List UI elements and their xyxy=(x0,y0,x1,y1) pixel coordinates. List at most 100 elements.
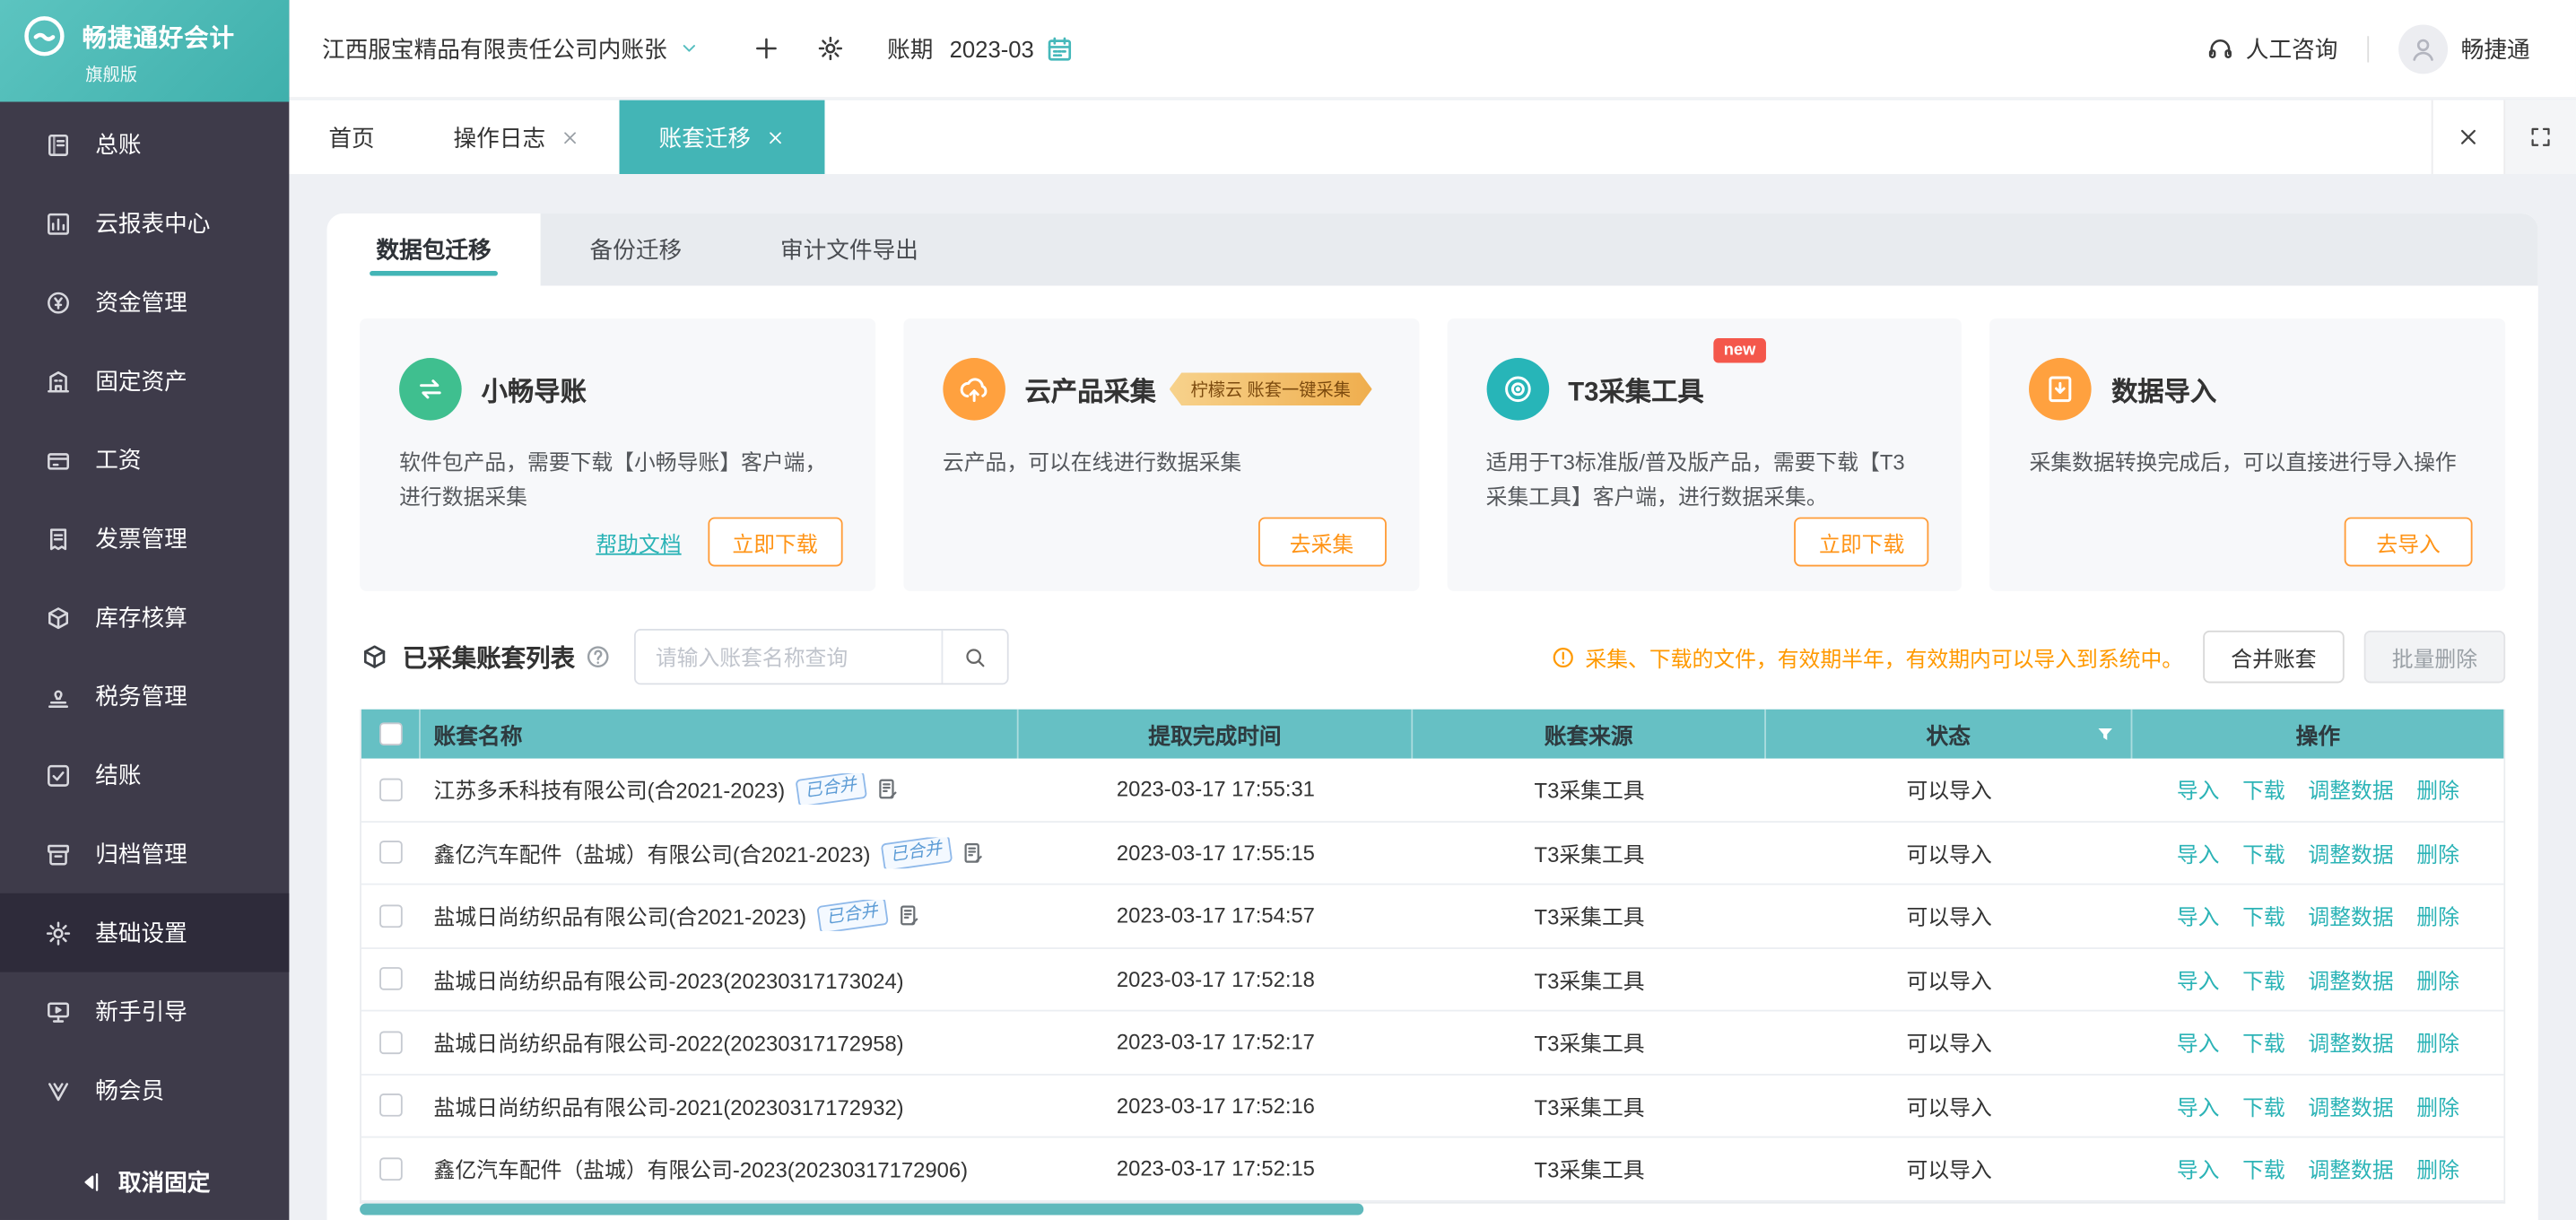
contract-icon[interactable] xyxy=(898,903,922,928)
import-link[interactable]: 导入 xyxy=(2177,1090,2220,1121)
sidebar-item-label: 云报表中心 xyxy=(95,210,211,237)
close-tab-button[interactable] xyxy=(2431,100,2504,175)
delete-link[interactable]: 删除 xyxy=(2416,1153,2459,1184)
row-checkbox[interactable] xyxy=(379,1156,403,1181)
contract-icon[interactable] xyxy=(876,777,901,801)
sidebar-item[interactable]: 新手引导 xyxy=(0,972,289,1051)
fullscreen-button[interactable] xyxy=(2503,100,2576,175)
import-link[interactable]: 导入 xyxy=(2177,837,2220,868)
help-doc-link[interactable]: 帮助文档 xyxy=(596,527,681,558)
import-link[interactable]: 导入 xyxy=(2177,1153,2220,1184)
download-link[interactable]: 下载 xyxy=(2242,963,2285,995)
merge-accounts-button[interactable]: 合并账套 xyxy=(2203,630,2345,684)
sidebar-item[interactable]: 畅会员 xyxy=(0,1050,289,1129)
sidebar-item[interactable]: 发票管理 xyxy=(0,499,289,578)
page-tab[interactable]: 账套迁移 xyxy=(619,100,825,175)
card-action-button[interactable]: 立即下载 xyxy=(1794,517,1929,567)
tax-stamp-icon xyxy=(44,683,72,710)
sidebar-item[interactable]: 云报表中心 xyxy=(0,184,289,263)
adjust-data-link[interactable]: 调整数据 xyxy=(2308,774,2393,806)
delete-link[interactable]: 删除 xyxy=(2416,1026,2459,1058)
help-icon[interactable] xyxy=(585,644,611,670)
extract-time: 2023-03-17 17:52:16 xyxy=(1116,1093,1315,1119)
adjust-data-link[interactable]: 调整数据 xyxy=(2308,901,2393,932)
search-button[interactable] xyxy=(941,630,1007,684)
migration-card: 小畅导账 软件包产品，需要下载【小畅导账】客户端，进行数据采集 帮助文档 立即下… xyxy=(360,318,875,591)
import-link[interactable]: 导入 xyxy=(2177,774,2220,806)
download-link[interactable]: 下载 xyxy=(2242,837,2285,868)
download-link[interactable]: 下载 xyxy=(2242,1090,2285,1121)
sidebar-item[interactable]: 固定资产 xyxy=(0,342,289,421)
sidebar-item[interactable]: 资金管理 xyxy=(0,263,289,342)
member-v-icon xyxy=(44,1076,72,1104)
username[interactable]: 畅捷通 xyxy=(2461,32,2530,65)
calendar-icon[interactable] xyxy=(1046,34,1075,64)
row-checkbox[interactable] xyxy=(379,1031,403,1054)
download-link[interactable]: 下载 xyxy=(2242,901,2285,932)
adjust-data-link[interactable]: 调整数据 xyxy=(2308,837,2393,868)
row-checkbox[interactable] xyxy=(379,1094,403,1118)
batch-delete-button[interactable]: 批量删除 xyxy=(2363,630,2506,684)
account-name: 盐城日尚纺织品有限公司-2023(20230317173024) xyxy=(433,968,904,993)
unpin-sidebar-button[interactable]: 取消固定 xyxy=(0,1145,289,1220)
download-link[interactable]: 下载 xyxy=(2242,1153,2285,1184)
delete-link[interactable]: 删除 xyxy=(2416,963,2459,995)
sidebar-item-label: 结账 xyxy=(95,762,142,789)
row-checkbox[interactable] xyxy=(379,967,403,991)
card-action-button[interactable]: 去导入 xyxy=(2344,517,2473,567)
filter-icon[interactable] xyxy=(2094,723,2116,745)
panel-body: 小畅导账 软件包产品，需要下载【小畅导账】客户端，进行数据采集 帮助文档 立即下… xyxy=(326,285,2537,1219)
tab-close-icon[interactable] xyxy=(561,127,580,147)
card-action-button[interactable]: 去采集 xyxy=(1258,517,1386,567)
adjust-data-link[interactable]: 调整数据 xyxy=(2308,1090,2393,1121)
subtab-label: 备份迁移 xyxy=(589,236,683,263)
subtab[interactable]: 审计文件导出 xyxy=(731,214,968,286)
select-all-checkbox[interactable] xyxy=(379,722,402,746)
import-link[interactable]: 导入 xyxy=(2177,901,2220,932)
tab-close-icon[interactable] xyxy=(766,127,786,147)
sidebar-item[interactable]: 结账 xyxy=(0,736,289,815)
import-link[interactable]: 导入 xyxy=(2177,1026,2220,1058)
delete-link[interactable]: 删除 xyxy=(2416,901,2459,932)
sidebar-item-label: 总账 xyxy=(95,131,142,158)
download-link[interactable]: 下载 xyxy=(2242,1026,2285,1058)
adjust-data-link[interactable]: 调整数据 xyxy=(2308,1153,2393,1184)
sidebar-item[interactable]: 税务管理 xyxy=(0,657,289,736)
row-checkbox[interactable] xyxy=(379,904,403,928)
row-checkbox[interactable] xyxy=(379,841,403,865)
add-account-button[interactable] xyxy=(753,34,780,62)
user-icon xyxy=(2408,34,2438,64)
delete-link[interactable]: 删除 xyxy=(2416,837,2459,868)
search-input[interactable] xyxy=(635,630,942,684)
page-tab[interactable]: 操作日志 xyxy=(414,100,620,174)
card-action-button[interactable]: 立即下载 xyxy=(707,517,843,567)
subtab[interactable]: 数据包迁移 xyxy=(326,213,541,286)
company-selector[interactable]: 江西服宝精品有限责任公司内账张 xyxy=(322,32,700,65)
adjust-data-link[interactable]: 调整数据 xyxy=(2308,1026,2393,1058)
row-checkbox[interactable] xyxy=(379,778,403,801)
adjust-data-link[interactable]: 调整数据 xyxy=(2308,963,2393,995)
import-link[interactable]: 导入 xyxy=(2177,963,2220,995)
sidebar-item[interactable]: 总账 xyxy=(0,105,289,184)
sidebar-item[interactable]: 工资 xyxy=(0,421,289,500)
extract-time: 2023-03-17 17:55:31 xyxy=(1116,777,1315,802)
sidebar-item[interactable]: 库存核算 xyxy=(0,578,289,657)
support-button[interactable]: 人工咨询 xyxy=(2206,32,2337,65)
contract-icon[interactable] xyxy=(962,841,986,865)
subtab[interactable]: 备份迁移 xyxy=(541,214,731,286)
sidebar-item[interactable]: 归档管理 xyxy=(0,815,289,893)
account-table-body: 江苏多禾科技有限公司(合2021-2023) 已合并 2023-03-17 17… xyxy=(361,758,2504,1201)
period-value[interactable]: 2023-03 xyxy=(950,35,1034,61)
row-operations: 导入 下载 调整数据 删除 xyxy=(2132,1090,2503,1121)
page-tab[interactable]: 首页 xyxy=(289,100,413,174)
card-description: 云产品，可以在线进行数据采集 xyxy=(942,449,1242,475)
horizontal-scrollbar[interactable] xyxy=(360,1202,1364,1215)
sidebar-item[interactable]: 基础设置 xyxy=(0,893,290,972)
delete-link[interactable]: 删除 xyxy=(2416,1090,2459,1121)
col-status-label: 状态 xyxy=(1926,724,1971,749)
download-link[interactable]: 下载 xyxy=(2242,774,2285,806)
account-source: T3采集工具 xyxy=(1534,779,1645,804)
account-settings-button[interactable] xyxy=(816,34,844,62)
avatar[interactable] xyxy=(2398,23,2449,74)
delete-link[interactable]: 删除 xyxy=(2416,774,2459,806)
